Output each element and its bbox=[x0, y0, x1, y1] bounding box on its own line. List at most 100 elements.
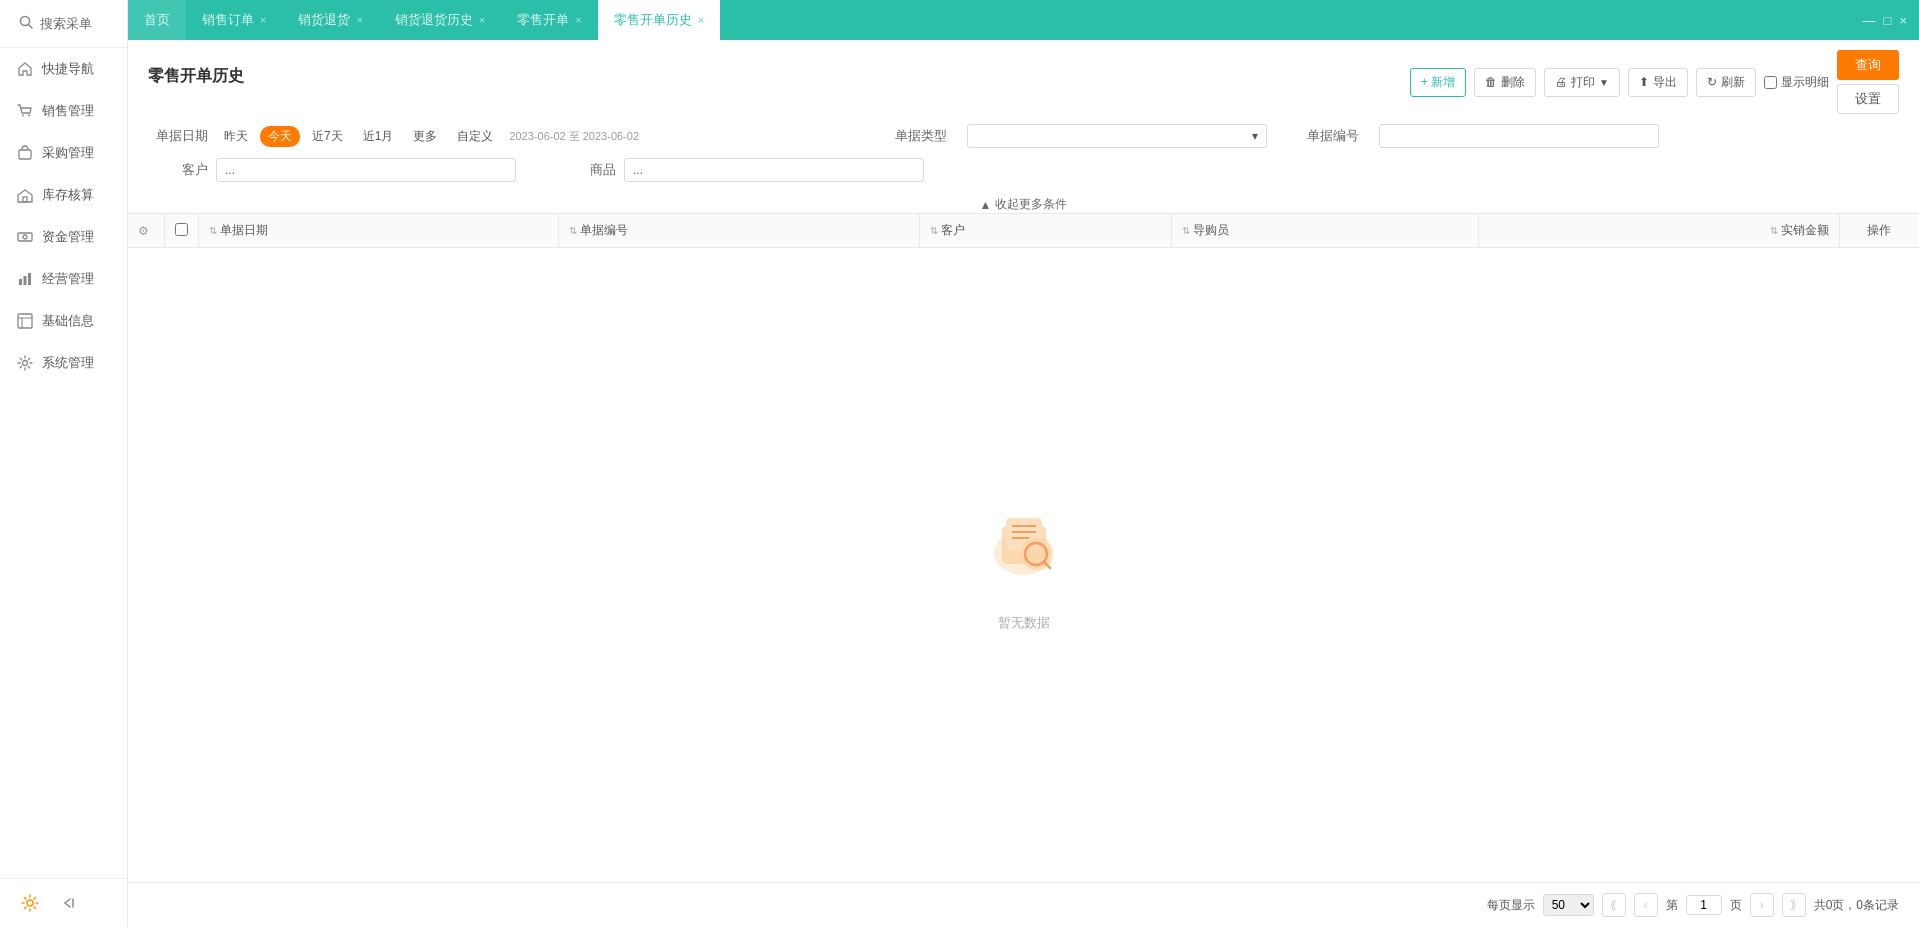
customer-select[interactable]: ... bbox=[216, 158, 516, 182]
product-select[interactable]: ... bbox=[624, 158, 924, 182]
select-all-checkbox[interactable] bbox=[175, 223, 188, 236]
type-select[interactable]: ▾ bbox=[967, 124, 1267, 148]
filter-row-2: 客户 ... 商品 ... bbox=[148, 158, 1899, 182]
page-label: 第 bbox=[1666, 897, 1678, 914]
filter-row-1: 单据日期 昨天 今天 近7天 近1月 更多 自定义 2023-06-02 至 2… bbox=[148, 124, 1899, 148]
sidebar-item-basic-info[interactable]: 基础信息 bbox=[0, 300, 127, 342]
table-icon bbox=[16, 312, 34, 330]
settings-icon[interactable] bbox=[16, 889, 44, 917]
sidebar-label-basic-info: 基础信息 bbox=[42, 312, 94, 330]
tab-retail-open-label: 零售开单 bbox=[517, 11, 569, 29]
th-salesperson-label[interactable]: 导购员 bbox=[1182, 222, 1229, 239]
date-options: 昨天 今天 近7天 近1月 更多 自定义 2023-06-02 至 2023-0… bbox=[216, 126, 639, 147]
tab-sales-return-history[interactable]: 销货退货历史 × bbox=[379, 0, 501, 40]
date-opt-custom[interactable]: 自定义 bbox=[449, 126, 501, 147]
export-icon: ⬆ bbox=[1639, 75, 1649, 89]
th-date[interactable]: 单据日期 bbox=[198, 214, 559, 248]
product-label: 商品 bbox=[556, 161, 616, 179]
pagination: 每页显示 50 10 20 100 ⟪ ‹ 第 页 › ⟫ 共0页，0条记录 bbox=[128, 882, 1919, 927]
svg-point-3 bbox=[28, 115, 30, 117]
add-button[interactable]: + 新增 bbox=[1410, 68, 1466, 97]
th-date-label[interactable]: 单据日期 bbox=[209, 222, 268, 239]
date-opt-today[interactable]: 今天 bbox=[260, 126, 300, 147]
collapse-sidebar-icon[interactable] bbox=[54, 889, 82, 917]
sidebar-item-operations[interactable]: 经营管理 bbox=[0, 258, 127, 300]
prev-page-button[interactable]: ‹ bbox=[1634, 893, 1658, 917]
date-opt-7days[interactable]: 近7天 bbox=[304, 126, 351, 147]
sidebar-item-sales-mgmt[interactable]: 销售管理 bbox=[0, 90, 127, 132]
window-minimize[interactable]: — bbox=[1863, 13, 1876, 28]
main-area: 首页 销售订单 × 销货退货 × 销货退货历史 × 零售开单 × 零售开单历史 … bbox=[128, 0, 1919, 927]
display-toggle[interactable]: 显示明细 bbox=[1764, 74, 1829, 91]
tab-sales-return-history-close[interactable]: × bbox=[479, 14, 485, 26]
th-amount-label[interactable]: 实销金额 bbox=[1770, 222, 1829, 239]
th-amount[interactable]: 实销金额 bbox=[1478, 214, 1839, 248]
svg-rect-8 bbox=[19, 279, 22, 285]
tab-sales-return-close[interactable]: × bbox=[356, 14, 362, 26]
svg-rect-5 bbox=[23, 197, 27, 202]
money-icon bbox=[16, 228, 34, 246]
th-docnum-label[interactable]: 单据编号 bbox=[569, 222, 628, 239]
th-checkbox[interactable] bbox=[164, 214, 198, 248]
search-button[interactable]: 查询 bbox=[1837, 50, 1899, 80]
empty-state: 暂无数据 bbox=[128, 248, 1919, 882]
chart-icon bbox=[16, 270, 34, 288]
sidebar-label-finance: 资金管理 bbox=[42, 228, 94, 246]
home-icon bbox=[16, 60, 34, 78]
trash-icon: 🗑 bbox=[1485, 75, 1497, 89]
window-close[interactable]: × bbox=[1899, 13, 1907, 28]
top-nav-right: — □ × bbox=[1851, 0, 1919, 40]
collapse-row[interactable]: ▲ 收起更多条件 bbox=[148, 192, 1899, 213]
first-page-button[interactable]: ⟪ bbox=[1602, 893, 1626, 917]
setting-button[interactable]: 设置 bbox=[1837, 84, 1899, 114]
search-menu-item[interactable]: 搜索采单 bbox=[0, 0, 127, 48]
cart-icon bbox=[16, 102, 34, 120]
th-customer[interactable]: 客户 bbox=[919, 214, 1171, 248]
sidebar-item-purchase-mgmt[interactable]: 采购管理 bbox=[0, 132, 127, 174]
export-label: 导出 bbox=[1653, 74, 1677, 91]
page-input[interactable] bbox=[1686, 895, 1722, 915]
tab-retail-open-close[interactable]: × bbox=[575, 14, 581, 26]
tab-retail-open-history[interactable]: 零售开单历史 × bbox=[598, 0, 720, 40]
tab-home[interactable]: 首页 bbox=[128, 0, 186, 40]
sidebar-label-sales-mgmt: 销售管理 bbox=[42, 102, 94, 120]
last-page-button[interactable]: ⟫ bbox=[1782, 893, 1806, 917]
next-page-button[interactable]: › bbox=[1750, 893, 1774, 917]
svg-point-2 bbox=[22, 115, 24, 117]
tab-retail-open-history-label: 零售开单历史 bbox=[614, 11, 692, 29]
page-title: 零售开单历史 bbox=[148, 66, 244, 87]
window-maximize[interactable]: □ bbox=[1884, 13, 1892, 28]
tab-sales-order[interactable]: 销售订单 × bbox=[186, 0, 282, 40]
sidebar-item-finance[interactable]: 资金管理 bbox=[0, 216, 127, 258]
print-button[interactable]: 🖨 打印 ▼ bbox=[1544, 68, 1620, 97]
sidebar-item-system[interactable]: 系统管理 bbox=[0, 342, 127, 384]
date-opt-more[interactable]: 更多 bbox=[405, 126, 445, 147]
export-button[interactable]: ⬆ 导出 bbox=[1628, 68, 1688, 97]
tab-retail-open[interactable]: 零售开单 × bbox=[501, 0, 597, 40]
tab-retail-open-history-close[interactable]: × bbox=[698, 14, 704, 26]
svg-rect-4 bbox=[19, 150, 31, 159]
print-dropdown-icon: ▼ bbox=[1599, 77, 1609, 88]
date-opt-1month[interactable]: 近1月 bbox=[355, 126, 402, 147]
th-settings[interactable]: ⚙ bbox=[128, 214, 164, 248]
tab-sales-return[interactable]: 销货退货 × bbox=[282, 0, 378, 40]
th-salesperson[interactable]: 导购员 bbox=[1172, 214, 1479, 248]
delete-button[interactable]: 🗑 删除 bbox=[1474, 68, 1536, 97]
per-page-select[interactable]: 50 10 20 100 bbox=[1543, 894, 1594, 916]
refresh-icon: ↻ bbox=[1707, 75, 1717, 89]
date-opt-yesterday[interactable]: 昨天 bbox=[216, 126, 256, 147]
th-customer-label[interactable]: 客户 bbox=[930, 222, 965, 239]
th-gear-icon[interactable]: ⚙ bbox=[138, 224, 149, 238]
svg-point-14 bbox=[23, 361, 28, 366]
display-label: 显示明细 bbox=[1781, 74, 1829, 91]
docnum-input[interactable] bbox=[1379, 124, 1659, 148]
top-nav: 首页 销售订单 × 销货退货 × 销货退货历史 × 零售开单 × 零售开单历史 … bbox=[128, 0, 1919, 40]
sidebar-item-quick-nav[interactable]: 快捷导航 bbox=[0, 48, 127, 90]
refresh-button[interactable]: ↻ 刷新 bbox=[1696, 68, 1756, 97]
tab-sales-order-close[interactable]: × bbox=[260, 14, 266, 26]
th-docnum[interactable]: 单据编号 bbox=[559, 214, 920, 248]
gear-icon bbox=[16, 354, 34, 372]
customer-select-dots: ... bbox=[225, 163, 235, 177]
display-detail-checkbox[interactable] bbox=[1764, 76, 1777, 89]
sidebar-item-inventory[interactable]: 库存核算 bbox=[0, 174, 127, 216]
